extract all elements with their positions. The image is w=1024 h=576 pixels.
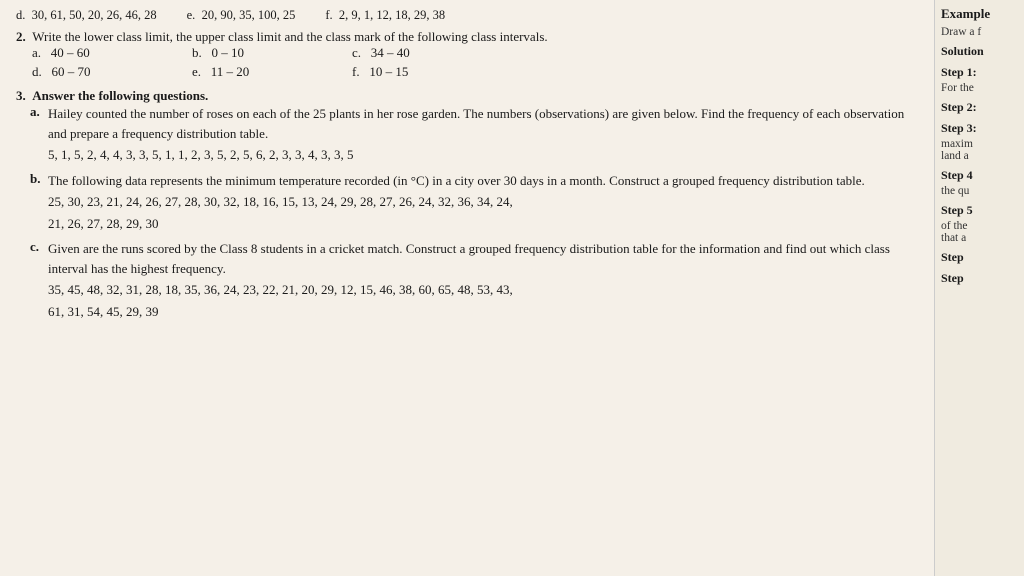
answer-f: f. 2, 9, 1, 12, 18, 29, 38 bbox=[325, 8, 445, 23]
q3-number: 3. bbox=[16, 88, 26, 103]
sidebar-step3-text: maxim bbox=[941, 138, 1018, 150]
q3-sub-b-content: The following data represents the minimu… bbox=[48, 171, 865, 234]
ci-d-value: 60 – 70 bbox=[52, 64, 91, 79]
ci-b-label: b. bbox=[192, 45, 208, 60]
q3-sub-a-content: Hailey counted the number of roses on ea… bbox=[48, 104, 922, 165]
sidebar-step1-text: For the bbox=[941, 82, 1018, 94]
ci-a-label: a. bbox=[32, 45, 48, 60]
top-answers-row: d. 30, 61, 50, 20, 26, 46, 28 e. 20, 90,… bbox=[16, 8, 922, 23]
q3-sub-c-content: Given are the runs scored by the Class 8… bbox=[48, 239, 922, 321]
ci-row-1: a. 40 – 60 b. 0 – 10 c. 34 – 40 bbox=[32, 45, 922, 61]
q3-sub-c-data1: 35, 45, 48, 32, 31, 28, 18, 35, 36, 24, … bbox=[48, 280, 922, 300]
q2-number: 2. bbox=[16, 29, 26, 44]
ci-d: d. 60 – 70 bbox=[32, 64, 192, 80]
sidebar-title: Example bbox=[941, 6, 1018, 22]
answer-d-label: d. bbox=[16, 8, 25, 22]
answer-d: d. 30, 61, 50, 20, 26, 46, 28 bbox=[16, 8, 157, 23]
sidebar-solution: Solution bbox=[941, 44, 1018, 59]
sidebar-step2: Step 2: bbox=[941, 100, 1018, 115]
ci-c: c. 34 – 40 bbox=[352, 45, 512, 61]
ci-e-value: 11 – 20 bbox=[211, 64, 250, 79]
q3-sub-b-label: b. bbox=[30, 171, 44, 187]
q3-sub-a-row: a. Hailey counted the number of roses on… bbox=[30, 104, 922, 165]
ci-f: f. 10 – 15 bbox=[352, 64, 512, 80]
ci-row-2: d. 60 – 70 e. 11 – 20 f. 10 – 15 bbox=[32, 64, 922, 80]
ci-e: e. 11 – 20 bbox=[192, 64, 352, 80]
ci-f-label: f. bbox=[352, 64, 366, 79]
q3-sub-b-text: The following data represents the minimu… bbox=[48, 173, 865, 188]
ci-c-label: c. bbox=[352, 45, 368, 60]
sidebar-step3-text2: land a bbox=[941, 150, 1018, 162]
q3-header-row: 3. Answer the following questions. bbox=[16, 88, 922, 104]
sidebar-step7: Step bbox=[941, 271, 1018, 286]
q3-sub-b-data1: 25, 30, 23, 21, 24, 26, 27, 28, 30, 32, … bbox=[48, 192, 865, 212]
q3-sub-b-data2: 21, 26, 27, 28, 29, 30 bbox=[48, 214, 865, 234]
answer-f-value: 2, 9, 1, 12, 18, 29, 38 bbox=[339, 8, 445, 22]
q3-sub-c: c. Given are the runs scored by the Clas… bbox=[30, 239, 922, 321]
sidebar-subtitle: Draw a f bbox=[941, 26, 1018, 38]
sidebar-step5: Step 5 bbox=[941, 203, 1018, 218]
sidebar-step4-text: the qu bbox=[941, 185, 1018, 197]
q2-class-intervals: a. 40 – 60 b. 0 – 10 c. 34 – 40 d. 60 – … bbox=[32, 45, 922, 80]
q3-sub-a-label: a. bbox=[30, 104, 44, 120]
q2-header: 2. Write the lower class limit, the uppe… bbox=[16, 29, 922, 45]
q3-sub-c-data2: 61, 31, 54, 45, 29, 39 bbox=[48, 302, 922, 322]
ci-d-label: d. bbox=[32, 64, 48, 79]
sidebar-step1: Step 1: bbox=[941, 65, 1018, 80]
question-2: 2. Write the lower class limit, the uppe… bbox=[16, 29, 922, 80]
q3-header-text: Answer the following questions. bbox=[32, 88, 208, 103]
sidebar: Example Draw a f Solution Step 1: For th… bbox=[934, 0, 1024, 576]
question-3: 3. Answer the following questions. a. Ha… bbox=[16, 88, 922, 321]
ci-a-value: 40 – 60 bbox=[51, 45, 90, 60]
answer-e-value: 20, 90, 35, 100, 25 bbox=[202, 8, 296, 22]
ci-f-value: 10 – 15 bbox=[369, 64, 408, 79]
ci-a: a. 40 – 60 bbox=[32, 45, 192, 61]
q3-sub-a-text: Hailey counted the number of roses on ea… bbox=[48, 106, 904, 141]
q3-sub-c-row: c. Given are the runs scored by the Clas… bbox=[30, 239, 922, 321]
q3-sub-a: a. Hailey counted the number of roses on… bbox=[30, 104, 922, 165]
answer-f-label: f. bbox=[325, 8, 332, 22]
sidebar-step4: Step 4 bbox=[941, 168, 1018, 183]
answer-e-label: e. bbox=[187, 8, 196, 22]
main-content: d. 30, 61, 50, 20, 26, 46, 28 e. 20, 90,… bbox=[0, 0, 934, 576]
answer-d-value: 30, 61, 50, 20, 26, 46, 28 bbox=[32, 8, 157, 22]
ci-c-value: 34 – 40 bbox=[371, 45, 410, 60]
sidebar-step5-text2: that a bbox=[941, 232, 1018, 244]
q3-sub-b-row: b. The following data represents the min… bbox=[30, 171, 922, 234]
q3-sub-b: b. The following data represents the min… bbox=[30, 171, 922, 234]
sidebar-step5-text: of the bbox=[941, 220, 1018, 232]
answer-e: e. 20, 90, 35, 100, 25 bbox=[187, 8, 296, 23]
q3-sub-c-label: c. bbox=[30, 239, 44, 255]
q3-sub-c-text: Given are the runs scored by the Class 8… bbox=[48, 241, 890, 276]
q2-text: Write the lower class limit, the upper c… bbox=[32, 29, 547, 44]
sidebar-step3: Step 3: bbox=[941, 121, 1018, 136]
ci-e-label: e. bbox=[192, 64, 208, 79]
q3-sub-a-data: 5, 1, 5, 2, 4, 4, 3, 3, 5, 1, 1, 2, 3, 5… bbox=[48, 145, 922, 165]
ci-b: b. 0 – 10 bbox=[192, 45, 352, 61]
ci-b-value: 0 – 10 bbox=[212, 45, 245, 60]
q3-subquestions: a. Hailey counted the number of roses on… bbox=[30, 104, 922, 321]
sidebar-step6: Step bbox=[941, 250, 1018, 265]
